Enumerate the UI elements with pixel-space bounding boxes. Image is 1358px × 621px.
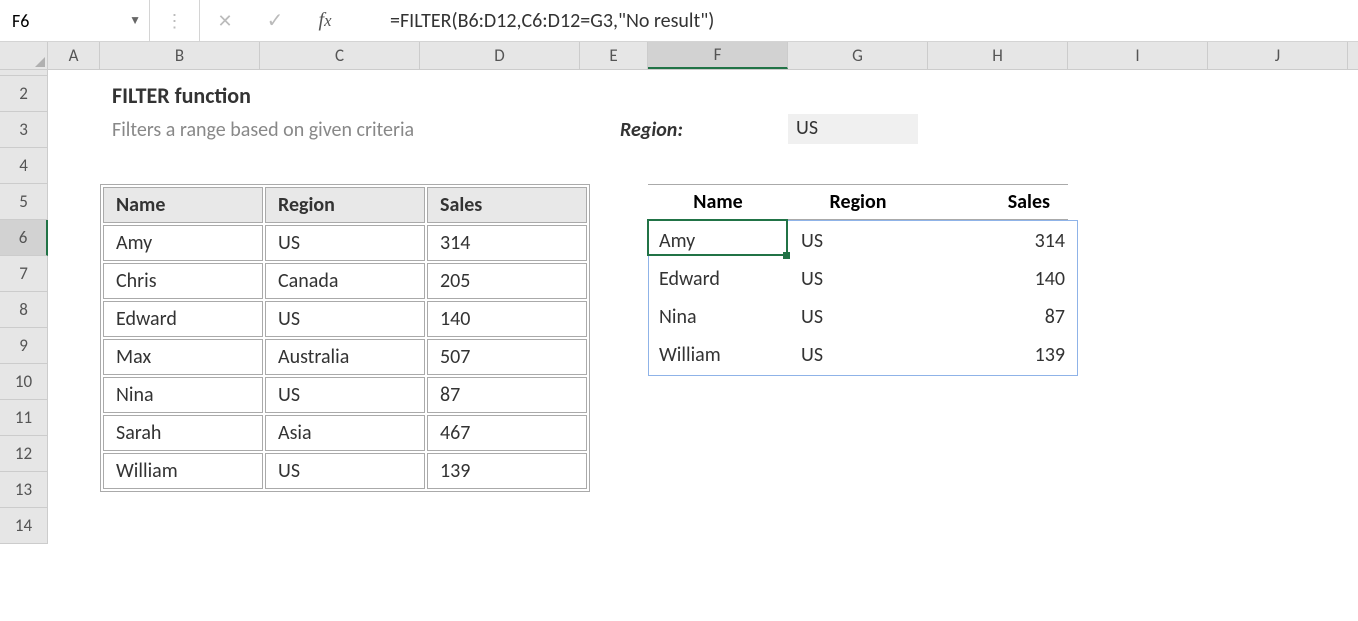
th-name[interactable]: Name <box>103 187 263 223</box>
col-header-H[interactable]: H <box>928 42 1068 69</box>
cell[interactable]: US <box>793 337 933 373</box>
cell[interactable]: Max <box>103 339 263 375</box>
column-headers: A B C D E F G H I J <box>0 42 1358 70</box>
cell[interactable]: 87 <box>427 377 587 413</box>
th2-sales[interactable]: Sales <box>928 190 1068 214</box>
cell[interactable]: US <box>265 377 425 413</box>
cell[interactable]: Nina <box>103 377 263 413</box>
cell-reference-box[interactable]: F6 ▼ <box>0 0 150 41</box>
row-header-5[interactable]: 5 <box>0 184 48 220</box>
region-input-cell[interactable]: US <box>788 114 918 144</box>
cancel-icon[interactable]: ✕ <box>200 0 250 41</box>
row-header-6[interactable]: 6 <box>0 220 48 256</box>
formula-bar-icons: ✕ ✓ fx <box>200 0 350 41</box>
col-header-J[interactable]: J <box>1208 42 1348 69</box>
cell[interactable]: William <box>103 453 263 489</box>
cell[interactable]: 507 <box>427 339 587 375</box>
table-header-row: Name Region Sales <box>103 187 587 223</box>
row-headers: 1 2 3 4 5 6 7 8 9 10 11 12 13 14 <box>0 70 48 544</box>
row-header-13[interactable]: 13 <box>0 472 48 508</box>
page-subtitle: Filters a range based on given criteria <box>112 118 414 142</box>
cell[interactable]: US <box>265 453 425 489</box>
fx-icon[interactable]: fx <box>300 0 350 41</box>
cell[interactable]: US <box>265 225 425 261</box>
row-header-2[interactable]: 2 <box>0 76 48 112</box>
cell[interactable]: 140 <box>935 261 1075 297</box>
cell[interactable]: 205 <box>427 263 587 299</box>
table-row: NinaUS87 <box>651 299 1075 335</box>
cell[interactable]: 314 <box>427 225 587 261</box>
col-header-B[interactable]: B <box>100 42 260 69</box>
cell[interactable]: 139 <box>935 337 1075 373</box>
table-row: WilliamUS139 <box>651 337 1075 373</box>
select-all-corner[interactable] <box>0 42 48 69</box>
cell[interactable]: Chris <box>103 263 263 299</box>
cell[interactable]: US <box>793 299 933 335</box>
col-header-C[interactable]: C <box>260 42 420 69</box>
cell[interactable]: Asia <box>265 415 425 451</box>
cell[interactable]: Australia <box>265 339 425 375</box>
page-title: FILTER function <box>112 82 251 109</box>
cell[interactable]: 140 <box>427 301 587 337</box>
cell[interactable]: Amy <box>651 223 791 259</box>
cell[interactable]: Edward <box>103 301 263 337</box>
formula-bar: F6 ▼ ⋮ ✕ ✓ fx =FILTER(B6:D12,C6:D12=G3,"… <box>0 0 1358 42</box>
cell[interactable]: 139 <box>427 453 587 489</box>
cell[interactable]: US <box>265 301 425 337</box>
row-header-12[interactable]: 12 <box>0 436 48 472</box>
table-row: EdwardUS140 <box>651 261 1075 297</box>
enter-icon[interactable]: ✓ <box>250 0 300 41</box>
table-row: AmyUS314 <box>651 223 1075 259</box>
formula-input[interactable]: =FILTER(B6:D12,C6:D12=G3,"No result") <box>350 9 1358 33</box>
rows-area: 1 2 3 4 5 6 7 8 9 10 11 12 13 14 FILTER … <box>0 70 1358 544</box>
row-header-8[interactable]: 8 <box>0 292 48 328</box>
spreadsheet-grid: A B C D E F G H I J 1 2 3 4 5 6 7 8 9 10… <box>0 42 1358 544</box>
cell[interactable]: 467 <box>427 415 587 451</box>
region-label: Region: <box>620 118 683 142</box>
cell[interactable]: Sarah <box>103 415 263 451</box>
row-header-10[interactable]: 10 <box>0 364 48 400</box>
cell[interactable]: William <box>651 337 791 373</box>
row-header-3[interactable]: 3 <box>0 112 48 148</box>
th2-region[interactable]: Region <box>788 190 928 214</box>
table-row: AmyUS314 <box>103 225 587 261</box>
table-row: SarahAsia467 <box>103 415 587 451</box>
source-data-table: Name Region Sales AmyUS314 ChrisCanada20… <box>100 184 590 492</box>
col-header-G[interactable]: G <box>788 42 928 69</box>
th-sales[interactable]: Sales <box>427 187 587 223</box>
cell-ref-dropdown-icon[interactable]: ▼ <box>129 13 141 28</box>
cells-area[interactable]: FILTER function Filters a range based on… <box>48 70 1358 544</box>
col-header-A[interactable]: A <box>48 42 100 69</box>
table-row: ChrisCanada205 <box>103 263 587 299</box>
cell[interactable]: Nina <box>651 299 791 335</box>
table-row: NinaUS87 <box>103 377 587 413</box>
th2-name[interactable]: Name <box>648 190 788 214</box>
cell[interactable]: Canada <box>265 263 425 299</box>
col-header-E[interactable]: E <box>580 42 648 69</box>
col-header-D[interactable]: D <box>420 42 580 69</box>
cell[interactable]: Amy <box>103 225 263 261</box>
col-header-F[interactable]: F <box>648 42 788 69</box>
filter-result-spill-range: AmyUS314 EdwardUS140 NinaUS87 WilliamUS1… <box>648 220 1078 376</box>
row-header-14[interactable]: 14 <box>0 508 48 544</box>
cell[interactable]: US <box>793 223 933 259</box>
table-row: MaxAustralia507 <box>103 339 587 375</box>
cell-reference-value: F6 <box>12 10 29 32</box>
cell[interactable]: US <box>793 261 933 297</box>
row-header-11[interactable]: 11 <box>0 400 48 436</box>
cell[interactable]: 87 <box>935 299 1075 335</box>
table-row: EdwardUS140 <box>103 301 587 337</box>
cell[interactable]: Edward <box>651 261 791 297</box>
table-row: WilliamUS139 <box>103 453 587 489</box>
col-header-I[interactable]: I <box>1068 42 1208 69</box>
row-header-7[interactable]: 7 <box>0 256 48 292</box>
cell[interactable]: 314 <box>935 223 1075 259</box>
row-header-9[interactable]: 9 <box>0 328 48 364</box>
th-region[interactable]: Region <box>265 187 425 223</box>
row-header-4[interactable]: 4 <box>0 148 48 184</box>
formula-bar-divider: ⋮ <box>150 0 200 41</box>
result-table-header: Name Region Sales <box>648 184 1068 220</box>
